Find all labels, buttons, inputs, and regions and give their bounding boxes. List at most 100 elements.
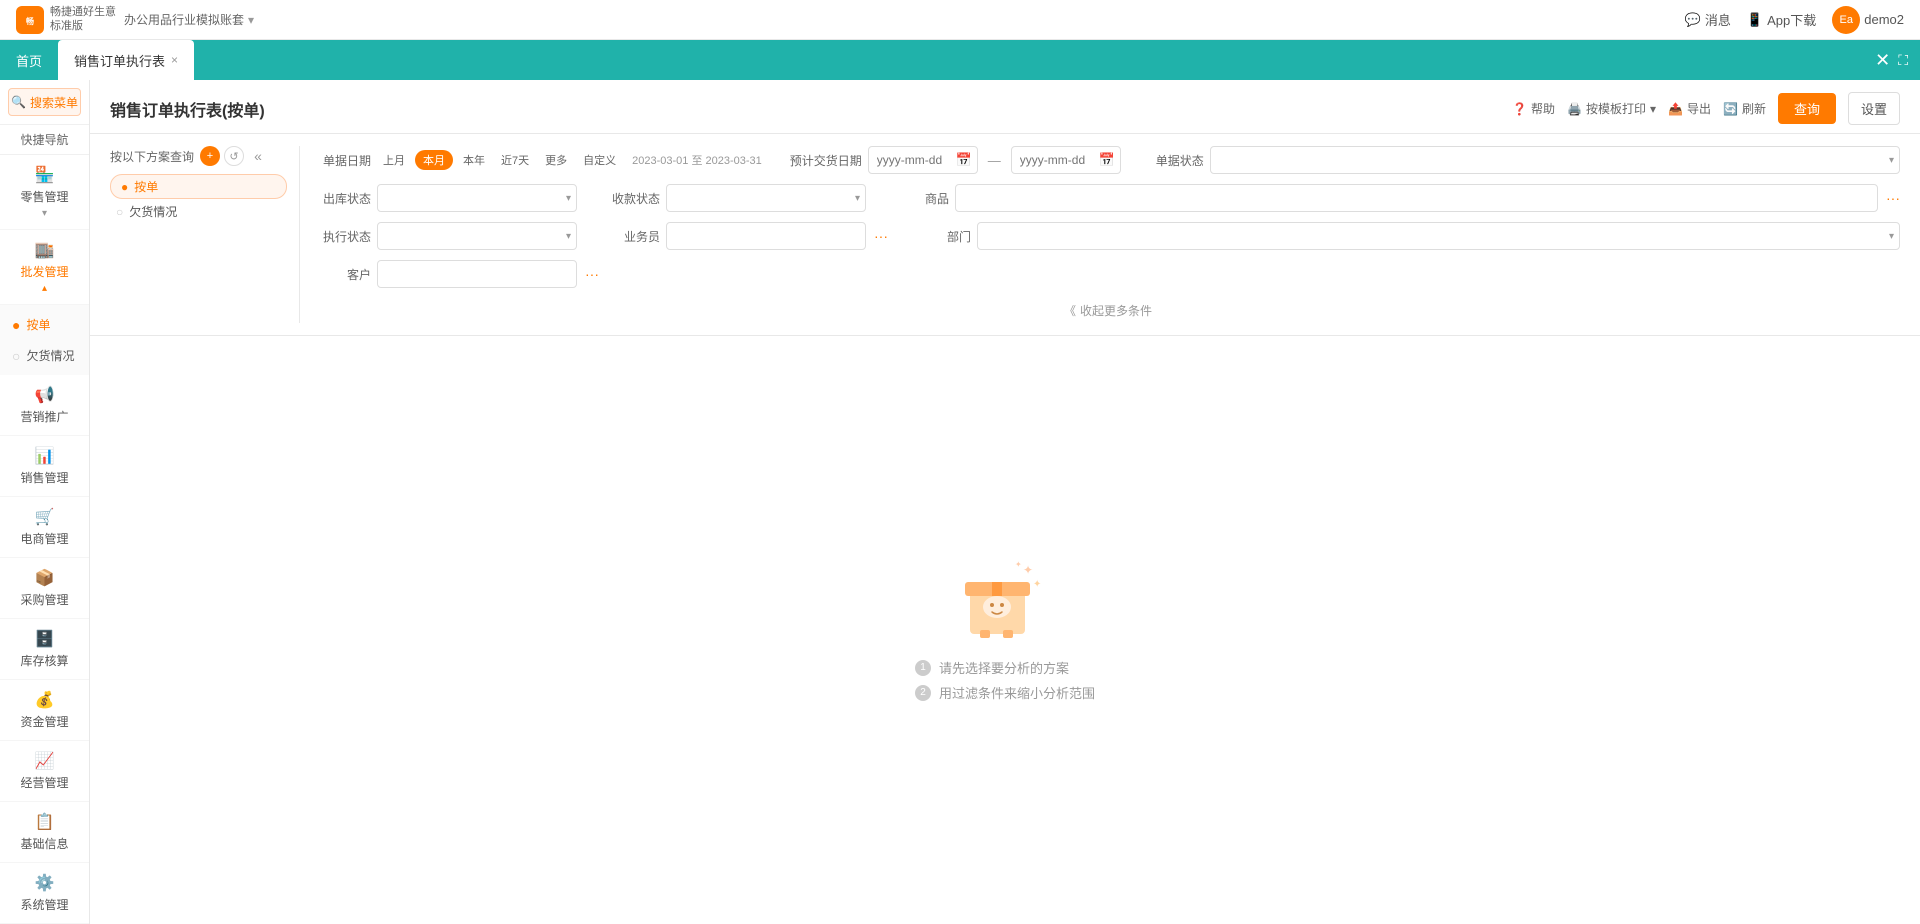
sidebar-item-system[interactable]: ⚙️ 系统管理: [0, 863, 89, 924]
sidebar-item-inventory[interactable]: 🗄️ 库存核算: [0, 619, 89, 680]
date-tab-custom[interactable]: 自定义: [577, 150, 622, 170]
message-btn[interactable]: 💬 消息: [1685, 10, 1731, 29]
circle-icon: ○: [12, 348, 20, 364]
print-dropdown-icon: ▾: [1650, 102, 1656, 116]
filter-field-customer: 客户 ···: [316, 260, 599, 288]
date-label: 单据日期: [316, 152, 371, 169]
add-scheme-icon[interactable]: +: [200, 146, 220, 166]
goods-input[interactable]: [955, 184, 1878, 212]
filter-collapse-button[interactable]: 《 收起更多条件: [316, 298, 1900, 323]
collapse-scheme-icon[interactable]: «: [248, 146, 268, 166]
sidebar-item-sales[interactable]: 📊 销售管理: [0, 436, 89, 497]
date-tab-last-month[interactable]: 上月: [377, 150, 411, 170]
top-bar: 畅 畅捷通好生意 标准版 办公用品行业模拟账套 ▾ 💬 消息 📱 App下载 E…: [0, 0, 1920, 40]
sidebar-item-wholesale[interactable]: 🏬 批发管理 ▴: [0, 230, 89, 305]
expand-window-icon[interactable]: ⛶: [1898, 52, 1908, 69]
sidebar-item-operations[interactable]: 📈 经营管理: [0, 741, 89, 802]
doc-status-label: 单据状态: [1149, 152, 1204, 169]
salesman-input[interactable]: [666, 222, 866, 250]
sidebar-sub-item-antan[interactable]: ● 按单: [0, 309, 89, 340]
scheme-item-qiankuang[interactable]: ○ 欠货情况: [110, 199, 287, 224]
dept-label: 部门: [916, 228, 971, 245]
filter-field-expected-date: 预计交货日期 📅 — 📅: [790, 146, 1121, 174]
tab-home[interactable]: 首页: [0, 40, 58, 80]
app-download-btn[interactable]: 📱 App下载: [1747, 10, 1816, 29]
date-tab-this-year[interactable]: 本年: [457, 150, 491, 170]
search-icon: 🔍: [11, 95, 26, 109]
exec-status-label: 执行状态: [316, 228, 371, 245]
circle-active-icon: ●: [12, 317, 20, 333]
filter-field-goods: 商品 ···: [894, 184, 1900, 212]
filter-area: 按以下方案查询 + ↺ « ● 按单 ○ 欠货情况: [90, 134, 1920, 336]
svg-text:✦: ✦: [1033, 579, 1041, 590]
system-icon: ⚙️: [35, 873, 55, 893]
chevron-down-icon: ▾: [42, 208, 47, 219]
export-button[interactable]: 📤 导出: [1668, 100, 1711, 117]
tab-close-icon[interactable]: ×: [171, 53, 178, 67]
page-header-actions: ❓ 帮助 🖨️ 按模板打印 ▾ 📤 导出 🔄 刷新 查询 设置: [1512, 92, 1900, 125]
retail-icon: 🏪: [35, 165, 55, 185]
collection-status-select[interactable]: [666, 184, 866, 212]
sidebar-item-basic[interactable]: 📋 基础信息: [0, 802, 89, 863]
search-menu-button[interactable]: 🔍 搜索菜单: [8, 88, 81, 116]
ecommerce-icon: 🛒: [35, 507, 55, 527]
goods-more-icon[interactable]: ···: [1886, 190, 1900, 206]
date-tabs-group: 上月 本月 本年 近7天 更多 自定义: [377, 150, 622, 170]
collapse-arrow-icon: 《: [1064, 302, 1076, 319]
customer-input[interactable]: [377, 260, 577, 288]
sidebar-item-retail[interactable]: 🏪 零售管理 ▾: [0, 155, 89, 230]
delivery-status-select[interactable]: [377, 184, 577, 212]
sidebar-sub-wholesale: ● 按单 ○ 欠货情况: [0, 305, 89, 375]
print-button[interactable]: 🖨️ 按模板打印 ▾: [1567, 100, 1656, 117]
help-button[interactable]: ❓ 帮助: [1512, 100, 1555, 117]
filter-field-exec-status: 执行状态 ▾: [316, 222, 577, 250]
hint-number-2: 2: [915, 685, 931, 701]
qiankuang-icon: ○: [116, 205, 123, 219]
refresh-scheme-icon[interactable]: ↺: [224, 146, 244, 166]
sidebar-item-purchase[interactable]: 📦 采购管理: [0, 558, 89, 619]
page-title: 销售订单执行表(按单): [110, 97, 265, 121]
page-path: 办公用品行业模拟账套 ▾: [124, 11, 254, 28]
expected-date-end[interactable]: [1011, 146, 1121, 174]
customer-more-icon[interactable]: ···: [585, 266, 599, 282]
sidebar-sub-item-qiankuang[interactable]: ○ 欠货情况: [0, 340, 89, 371]
print-icon: 🖨️: [1567, 102, 1582, 116]
expected-date-start[interactable]: [868, 146, 978, 174]
tab-sales-order[interactable]: 销售订单执行表 ×: [58, 40, 194, 80]
scheme-panel-title: 按以下方案查询 + ↺ «: [110, 146, 287, 166]
filter-right-panel: 单据日期 上月 本月 本年 近7天 更多 自定义 2023-03-01 至 20…: [316, 146, 1900, 323]
inventory-icon: 🗄️: [35, 629, 55, 649]
page-header: 销售订单执行表(按单) ❓ 帮助 🖨️ 按模板打印 ▾ 📤 导出 🔄 刷新: [90, 80, 1920, 134]
message-icon: 💬: [1685, 12, 1701, 28]
wholesale-icon: 🏬: [35, 240, 55, 260]
refresh-button[interactable]: 🔄 刷新: [1723, 100, 1766, 117]
filter-row-3: 执行状态 ▾ 业务员 ···: [316, 222, 1900, 250]
date-tab-this-month[interactable]: 本月: [415, 150, 453, 170]
date-tab-more[interactable]: 更多: [539, 150, 573, 170]
sidebar-item-finance[interactable]: 💰 资金管理: [0, 680, 89, 741]
empty-hint-2: 2 用过滤条件来缩小分析范围: [915, 683, 1095, 702]
operations-icon: 📈: [35, 751, 55, 771]
date-tab-7days[interactable]: 近7天: [495, 150, 535, 170]
doc-status-select[interactable]: [1210, 146, 1900, 174]
user-avatar[interactable]: Ea demo2: [1832, 6, 1904, 34]
exec-status-select[interactable]: [377, 222, 577, 250]
settings-button[interactable]: 设置: [1848, 92, 1900, 125]
customer-label: 客户: [316, 266, 371, 283]
sidebar-item-ecommerce[interactable]: 🛒 电商管理: [0, 497, 89, 558]
page-path-dropdown[interactable]: ▾: [248, 13, 254, 27]
svg-text:✦: ✦: [1015, 560, 1022, 569]
logo-text: 畅捷通好生意 标准版: [50, 6, 116, 32]
sidebar-quicknav[interactable]: 快捷导航: [0, 125, 89, 155]
avatar: Ea: [1832, 6, 1860, 34]
sidebar-item-marketing[interactable]: 📢 营销推广: [0, 375, 89, 436]
filter-layout: 按以下方案查询 + ↺ « ● 按单 ○ 欠货情况: [110, 146, 1900, 323]
salesman-more-icon[interactable]: ···: [874, 228, 888, 244]
query-button[interactable]: 查询: [1778, 93, 1836, 124]
empty-texts: 1 请先选择要分析的方案 2 用过滤条件来缩小分析范围: [915, 658, 1095, 708]
date-separator: —: [988, 153, 1001, 168]
goods-label: 商品: [894, 190, 949, 207]
close-all-tabs-icon[interactable]: ✕: [1875, 50, 1890, 71]
scheme-item-antan[interactable]: ● 按单: [110, 174, 287, 199]
dept-select[interactable]: [977, 222, 1900, 250]
